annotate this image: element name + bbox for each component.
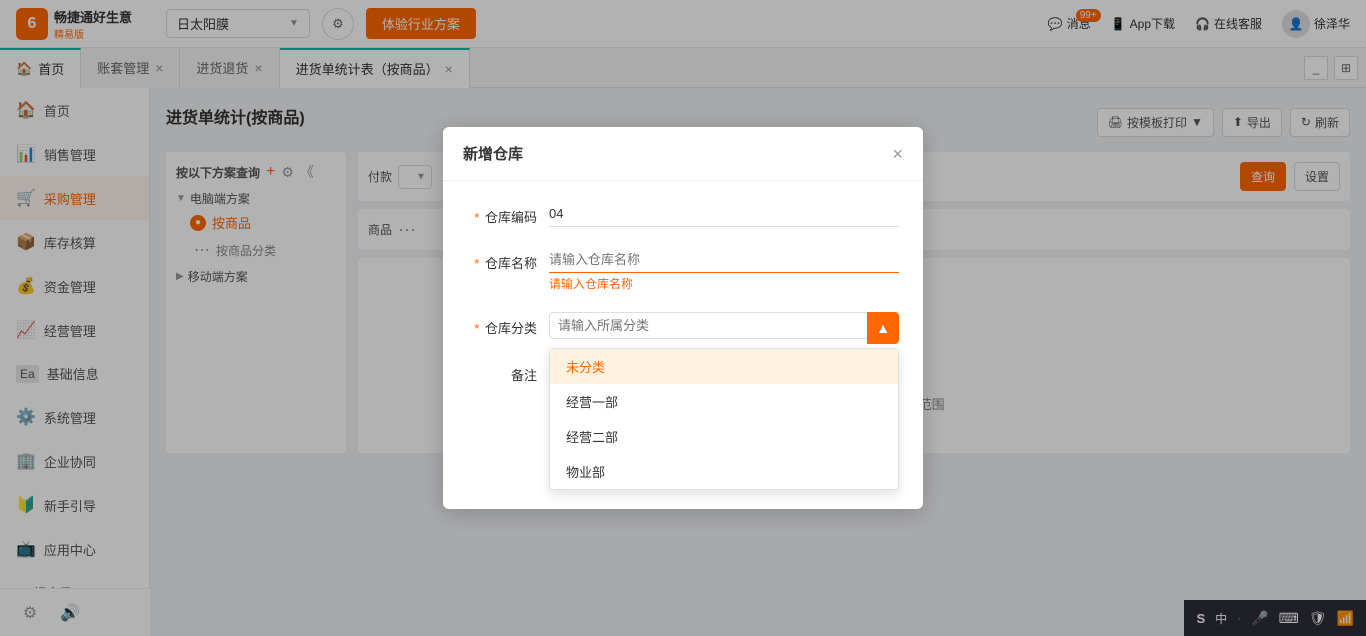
dropdown-option-3[interactable]: 物业部 [550, 454, 898, 489]
name-error-msg: 请输入仓库名称 [549, 275, 899, 292]
note-label: 备注 [467, 359, 537, 384]
code-input[interactable] [549, 201, 899, 227]
new-warehouse-dialog: 新增仓库 × * 仓库编码 * 仓库名称 [443, 127, 923, 509]
name-label: * 仓库名称 [467, 247, 537, 272]
category-input-wrap: ▲ 未分类 经营一部 经营二部 物业部 [549, 312, 899, 339]
category-dropdown: 未分类 经营一部 经营二部 物业部 [549, 348, 899, 490]
name-input-wrap: 请输入仓库名称 [549, 247, 899, 292]
required-star: * [474, 210, 479, 225]
dialog-body: * 仓库编码 * 仓库名称 请输入仓库名称 [443, 181, 923, 442]
name-input[interactable] [549, 247, 899, 273]
category-form-row: * 仓库分类 ▲ 未分类 经营一部 经营二部 物业部 [467, 312, 899, 339]
modal-overlay[interactable]: 新增仓库 × * 仓库编码 * 仓库名称 [0, 0, 1366, 636]
code-input-wrap [549, 201, 899, 227]
required-star2: * [474, 256, 479, 271]
dropdown-option-1[interactable]: 经营一部 [550, 384, 898, 419]
dialog-title: 新增仓库 [463, 143, 523, 164]
category-input[interactable] [549, 312, 899, 339]
dialog-close-btn[interactable]: × [892, 145, 903, 163]
category-toggle-btn[interactable]: ▲ [867, 312, 899, 344]
name-form-row: * 仓库名称 请输入仓库名称 [467, 247, 899, 292]
dropdown-option-2[interactable]: 经营二部 [550, 419, 898, 454]
required-star3: * [474, 321, 479, 336]
code-label: * 仓库编码 [467, 201, 537, 226]
code-form-row: * 仓库编码 [467, 201, 899, 227]
dropdown-option-0[interactable]: 未分类 [550, 349, 898, 384]
dialog-header: 新增仓库 × [443, 127, 923, 181]
category-label: * 仓库分类 [467, 312, 537, 337]
chevron-up-icon: ▲ [876, 320, 890, 336]
